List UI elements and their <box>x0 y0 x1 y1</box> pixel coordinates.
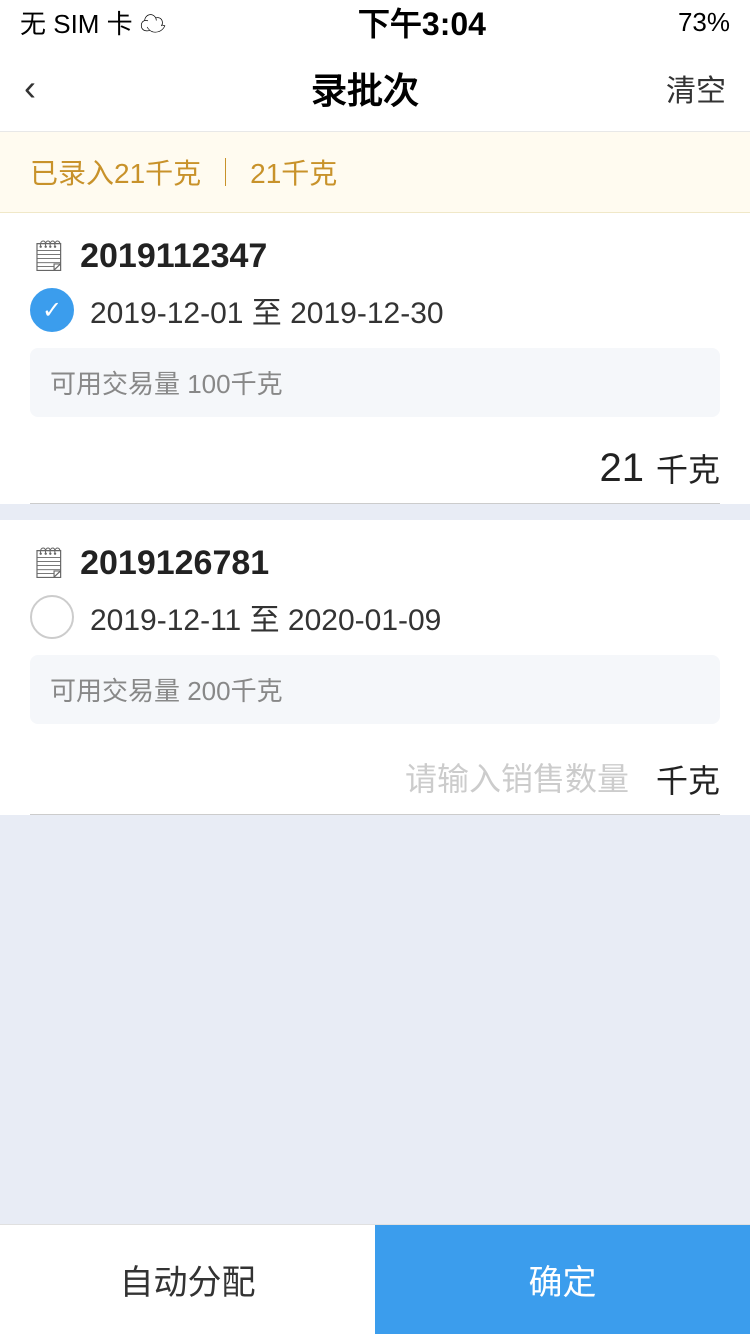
batch-2-input-row[interactable]: 千克 <box>0 736 750 814</box>
batch-1-header: 🗒 2019112347 <box>0 213 750 284</box>
battery-icon: 73% <box>678 7 730 38</box>
batch-2-qty-input[interactable] <box>30 761 644 798</box>
confirm-button[interactable]: 确定 <box>375 1225 750 1334</box>
batch-1-available: 可用交易量 100千克 <box>30 348 720 417</box>
summary-divider <box>225 158 226 186</box>
batch-2-number: 2019126781 <box>80 544 269 583</box>
batch-card-1: 🗒 2019112347 ✓ 2019-12-01 至 2019-12-30 可… <box>0 213 750 504</box>
status-time: 下午3:04 <box>358 0 486 45</box>
summary-total: 21千克 <box>250 152 337 192</box>
summary-recorded: 已录入21千克 <box>30 152 201 192</box>
batch-2-icon: 🗒 <box>30 546 68 581</box>
batch-2-unit: 千克 <box>656 756 720 802</box>
bottom-bar: 自动分配 确定 <box>0 1224 750 1334</box>
back-button[interactable]: ‹ <box>24 67 84 109</box>
summary-bar: 已录入21千克 21千克 <box>0 132 750 213</box>
gray-area <box>0 815 750 1224</box>
section-separator-1 <box>0 504 750 520</box>
batch-1-icon: 🗒 <box>30 239 68 274</box>
batch-2-date-row: 2019-12-11 至 2020-01-09 <box>0 591 750 643</box>
nav-bar: ‹ 录批次 清空 <box>0 44 750 132</box>
batch-1-date-row: ✓ 2019-12-01 至 2019-12-30 <box>0 284 750 336</box>
status-right: 73% <box>678 7 730 38</box>
batch-1-amount-value: 21 <box>599 446 644 491</box>
batch-card-2: 🗒 2019126781 2019-12-11 至 2020-01-09 可用交… <box>0 520 750 815</box>
batch-2-header: 🗒 2019126781 <box>0 520 750 591</box>
batch-2-available: 可用交易量 200千克 <box>30 655 720 724</box>
clear-button[interactable]: 清空 <box>646 66 726 110</box>
batch-2-date: 2019-12-11 至 2020-01-09 <box>90 595 441 639</box>
check-icon: ✓ <box>42 296 62 325</box>
batch-1-amount-unit: 千克 <box>656 445 720 491</box>
auto-distribute-button[interactable]: 自动分配 <box>0 1225 375 1334</box>
status-bar: 无 SIM 卡 ☁ 下午3:04 73% <box>0 0 750 44</box>
page-title: 录批次 <box>311 62 419 114</box>
batch-2-radio[interactable] <box>30 595 74 639</box>
batch-1-radio[interactable]: ✓ <box>30 288 74 332</box>
batch-1-amount-row: 21 千克 <box>0 429 750 503</box>
status-left: 无 SIM 卡 ☁ <box>20 4 166 41</box>
batch-1-date: 2019-12-01 至 2019-12-30 <box>90 288 444 332</box>
batch-1-number: 2019112347 <box>80 237 267 276</box>
